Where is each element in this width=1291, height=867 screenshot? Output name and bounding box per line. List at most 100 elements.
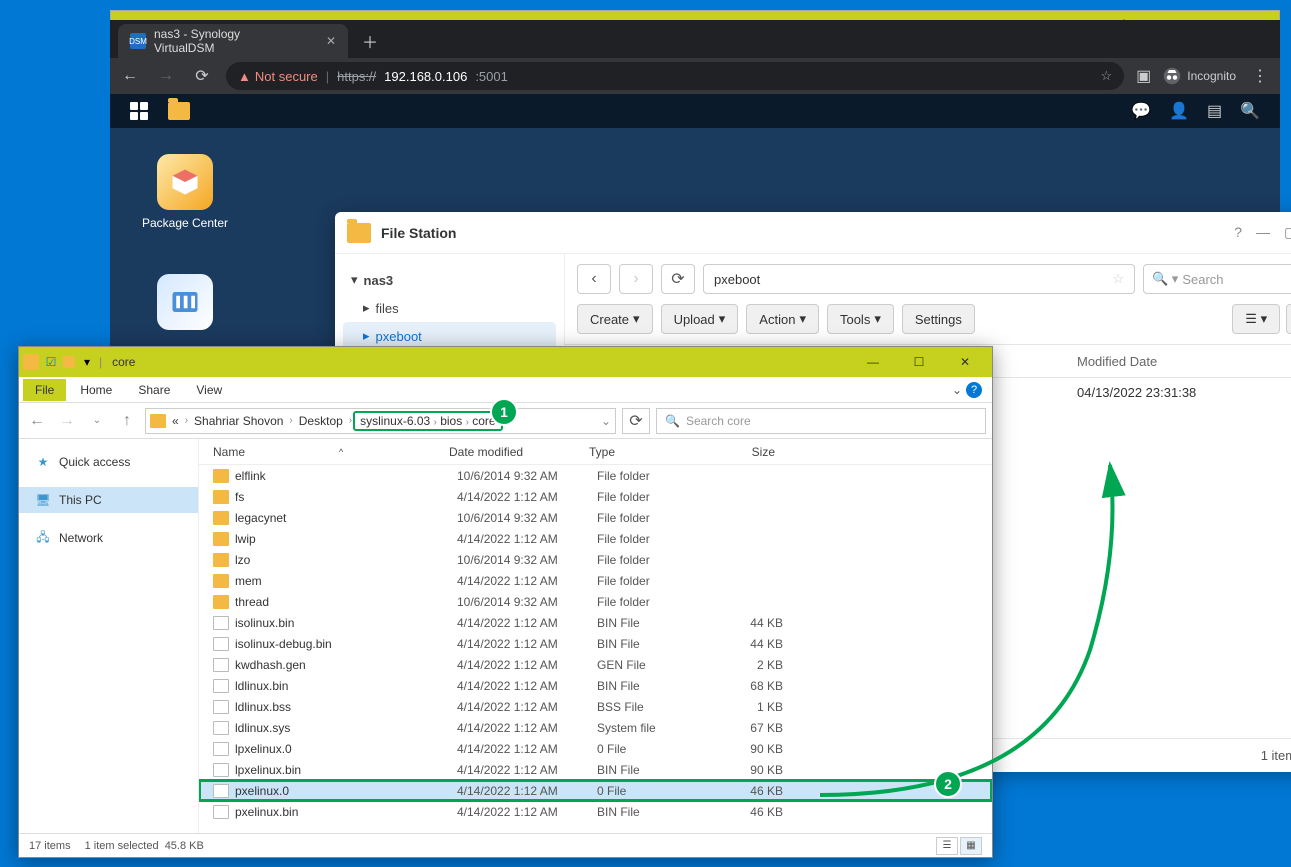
list-item[interactable]: pxelinux.04/14/2022 1:12 AM0 File46 KB [199, 780, 992, 801]
minimize-icon[interactable]: — [850, 347, 896, 377]
help-icon[interactable]: ? [1234, 224, 1242, 241]
list-item[interactable]: ldlinux.bss4/14/2022 1:12 AMBSS File1 KB [199, 696, 992, 717]
control-panel-icon [157, 274, 213, 330]
minimize-icon[interactable]: — [1256, 224, 1270, 241]
list-item[interactable]: fs4/14/2022 1:12 AMFile folder [199, 486, 992, 507]
folder-icon [150, 414, 166, 428]
path-refresh-button[interactable]: ⟳ [661, 264, 695, 294]
tree-item-files[interactable]: ▸ files [343, 294, 556, 322]
list-item[interactable]: ldlinux.sys4/14/2022 1:12 AMSystem file6… [199, 717, 992, 738]
crumb-dropdown-icon[interactable]: ⌄ [601, 414, 611, 428]
list-item[interactable]: mem4/14/2022 1:12 AMFile folder [199, 570, 992, 591]
list-item[interactable]: pxelinux.bin4/14/2022 1:12 AMBIN File46 … [199, 801, 992, 822]
crumb-highlighted[interactable]: syslinux-6.03 › bios › core [354, 412, 501, 430]
icon-label: Package Center [142, 216, 228, 230]
sidebar-this-pc[interactable]: 🖥This PC [19, 487, 198, 513]
path-fwd-button[interactable]: › [619, 264, 653, 294]
maximize-icon[interactable]: ▢ [1284, 224, 1291, 241]
star-icon[interactable]: ☆ [1101, 68, 1113, 84]
statusbar: 17 items 1 item selected 45.8 KB ☰ ▦ [19, 833, 992, 857]
upload-button[interactable]: Upload ▾ [661, 304, 739, 334]
item-count: 1 item [1261, 748, 1291, 763]
tab-title: nas3 - Synology VirtualDSM [154, 27, 298, 55]
col-date[interactable]: Date modified [449, 445, 589, 459]
close-icon[interactable]: ✕ [942, 347, 988, 377]
recent-icon[interactable]: ⌄ [85, 409, 109, 433]
star-icon[interactable]: ☆ [1112, 271, 1124, 287]
col-name[interactable]: Name^ [199, 445, 449, 459]
list-item[interactable]: lpxelinux.04/14/2022 1:12 AM0 File90 KB [199, 738, 992, 759]
qat-icon[interactable]: ☑ [43, 354, 59, 370]
path-back-button[interactable]: ‹ [577, 264, 611, 294]
window-title: core [112, 355, 135, 369]
sidebar-quick-access[interactable]: ★Quick access [19, 449, 198, 475]
back-icon[interactable]: ← [25, 409, 49, 433]
list-item[interactable]: lpxelinux.bin4/14/2022 1:12 AMBIN File90… [199, 759, 992, 780]
crumb-desktop[interactable]: Desktop [295, 412, 347, 430]
path-input[interactable]: pxeboot☆ [703, 264, 1135, 294]
sort-button[interactable]: ⇅ [1286, 304, 1291, 334]
view-icons-button[interactable]: ▦ [960, 837, 982, 855]
tab-view[interactable]: View [184, 379, 234, 401]
create-button[interactable]: Create ▾ [577, 304, 653, 334]
list-item[interactable]: ldlinux.bin4/14/2022 1:12 AMBIN File68 K… [199, 675, 992, 696]
list-item[interactable]: thread10/6/2014 9:32 AMFile folder [199, 591, 992, 612]
sidebar-network[interactable]: 🖧Network [19, 525, 198, 551]
list-item[interactable]: isolinux.bin4/14/2022 1:12 AMBIN File44 … [199, 612, 992, 633]
user-icon[interactable]: 👤 [1169, 101, 1189, 121]
taskbar-filestation-icon[interactable] [168, 102, 190, 120]
menu-icon[interactable]: ⋮ [1248, 66, 1272, 86]
search-input[interactable]: 🔍 Search core [656, 408, 986, 434]
url-port: :5001 [475, 69, 508, 84]
settings-button[interactable]: Settings [902, 304, 975, 334]
list-item[interactable]: legacynet10/6/2014 9:32 AMFile folder [199, 507, 992, 528]
desktop-icon-control[interactable] [140, 274, 230, 330]
refresh-button[interactable]: ⟳ [622, 408, 650, 434]
qat-icon[interactable] [63, 356, 75, 368]
help-icon[interactable]: ? [966, 382, 982, 398]
tab-share[interactable]: Share [126, 379, 182, 401]
security-badge[interactable]: ▲ Not secure [238, 69, 318, 84]
list-item[interactable]: elflink10/6/2014 9:32 AMFile folder [199, 465, 992, 486]
tab-home[interactable]: Home [68, 379, 124, 401]
app-launcher-icon[interactable] [130, 102, 148, 120]
omnibox[interactable]: ▲ Not secure | https://192.168.0.106:500… [226, 62, 1124, 90]
new-tab-button[interactable]: ＋ [356, 27, 384, 55]
col-size[interactable]: Size [709, 445, 789, 459]
desktop-icon-package-center[interactable]: Package Center [140, 154, 230, 230]
list-item[interactable]: isolinux-debug.bin4/14/2022 1:12 AMBIN F… [199, 633, 992, 654]
list-item[interactable]: kwdhash.gen4/14/2022 1:12 AMGEN File2 KB [199, 654, 992, 675]
panel-icon[interactable]: ▣ [1136, 66, 1151, 86]
tab-close-icon[interactable]: ✕ [326, 34, 336, 48]
forward-icon[interactable]: → [154, 67, 178, 85]
list-item[interactable]: lzo10/6/2014 9:32 AMFile folder [199, 549, 992, 570]
chat-icon[interactable]: 💬 [1131, 101, 1151, 121]
qat-dropdown-icon[interactable]: ▾ [79, 354, 95, 370]
search-input[interactable]: 🔍 ▾ Search [1143, 264, 1291, 294]
tools-button[interactable]: Tools ▾ [827, 304, 894, 334]
back-icon[interactable]: ← [118, 67, 142, 85]
forward-icon[interactable]: → [55, 409, 79, 433]
view-details-button[interactable]: ☰ [936, 837, 958, 855]
list-item[interactable]: lwip4/14/2022 1:12 AMFile folder [199, 528, 992, 549]
reload-icon[interactable]: ⟳ [190, 66, 214, 86]
up-icon[interactable]: ↑ [115, 409, 139, 433]
widgets-icon[interactable]: ▤ [1207, 101, 1222, 121]
chevron-down-icon[interactable]: ⌄ [952, 383, 962, 397]
tab-file[interactable]: File [23, 379, 66, 401]
browser-tab[interactable]: DSM nas3 - Synology VirtualDSM ✕ [118, 24, 348, 58]
action-button[interactable]: Action ▾ [746, 304, 819, 334]
breadcrumb[interactable]: «› Shahriar Shovon› Desktop› syslinux-6.… [145, 408, 616, 434]
column-header[interactable]: Name^ Date modified Type Size [199, 439, 992, 465]
filestation-title: File Station [381, 225, 1224, 241]
crumb-user[interactable]: Shahriar Shovon [190, 412, 287, 430]
view-list-button[interactable]: ☰ ▾ [1232, 304, 1280, 334]
incognito-badge[interactable]: Incognito [1163, 67, 1236, 85]
crumb-overflow[interactable]: « [168, 412, 183, 430]
maximize-icon[interactable]: ☐ [896, 347, 942, 377]
tree-root[interactable]: ▾ nas3 [343, 266, 556, 294]
col-type[interactable]: Type [589, 445, 709, 459]
col-date[interactable]: Modified Date [1077, 354, 1291, 369]
explorer-titlebar: ☑ ▾ | core — ☐ ✕ [19, 347, 992, 377]
search-icon[interactable]: 🔍 [1240, 101, 1260, 121]
